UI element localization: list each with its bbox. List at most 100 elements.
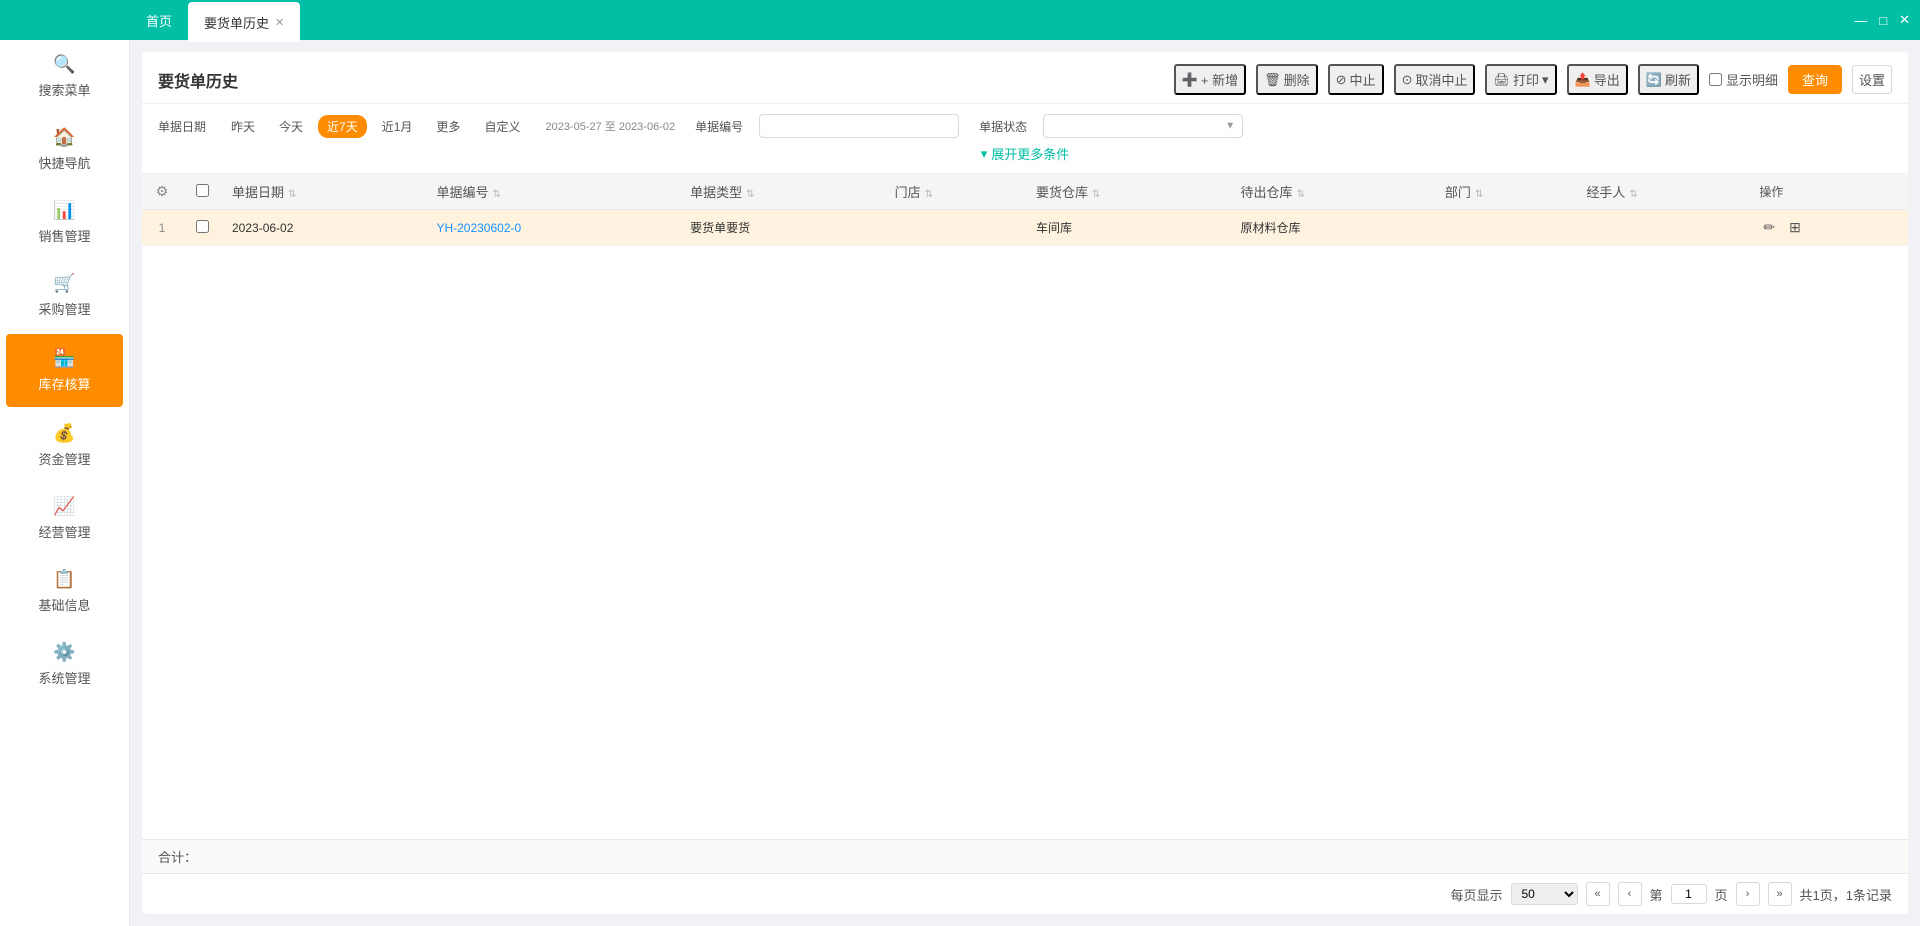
td-action: ✏ ⊞ (1749, 210, 1908, 246)
show-detail-label[interactable]: 显示明细 (1709, 70, 1778, 89)
content-area: 要货单历史 ➕ + 新增 🗑 删除 ⊘ 中止 ⊙ (130, 40, 1920, 926)
sidebar-item-system[interactable]: ⚙️ 系统管理 (0, 628, 129, 701)
th-docno: 单据编号⇅ (426, 174, 680, 210)
sidebar-item-nav-label: 快捷导航 (38, 153, 90, 172)
sort-pendingwarehouse-icon[interactable]: ⇅ (1296, 189, 1304, 200)
docno-filter-section: 单据编号 (695, 114, 959, 138)
export-button[interactable]: 📤 导出 (1567, 64, 1628, 95)
sort-docno-icon[interactable]: ⇅ (492, 189, 500, 200)
sidebar-item-basicinfo-label: 基础信息 (38, 595, 90, 614)
sort-dept-icon[interactable]: ⇅ (1475, 189, 1483, 200)
delete-icon: 🗑 (1264, 72, 1281, 88)
status-select[interactable] (1043, 114, 1243, 138)
page-input[interactable] (1671, 884, 1707, 904)
export-icon: 📤 (1575, 72, 1591, 88)
table-wrapper: ⚙ 单据日期⇅ 单据编号⇅ 单 (142, 174, 1908, 839)
sort-docdate-icon[interactable]: ⇅ (288, 189, 296, 200)
page-title: 要货单历史 (158, 68, 238, 92)
th-action: 操作 (1749, 174, 1908, 210)
page-header: 要货单历史 ➕ + 新增 🗑 删除 ⊘ 中止 ⊙ (142, 52, 1908, 104)
table-settings-icon[interactable]: ⚙ (156, 183, 169, 199)
close-btn[interactable]: ✕ (1899, 12, 1910, 28)
th-store: 门店⇅ (885, 174, 1026, 210)
th-docdate: 单据日期⇅ (222, 174, 426, 210)
refresh-icon: 🔄 (1646, 72, 1662, 88)
date-label: 单据日期 (158, 118, 206, 135)
delete-button[interactable]: 🗑 删除 (1256, 64, 1318, 95)
table-header-row: ⚙ 单据日期⇅ 单据编号⇅ 单 (142, 174, 1908, 210)
pagesize-label: 每页显示 (1450, 885, 1502, 904)
pagesize-select[interactable]: 50 100 200 (1511, 883, 1578, 905)
finance-icon: 💰 (53, 423, 75, 444)
sidebar-item-purchase[interactable]: 🛒 采购管理 (0, 259, 129, 332)
filter-row-1: 单据日期 昨天 今天 近7天 近1月 更多 自定义 2023-05-27 至 2… (158, 114, 1892, 138)
close-tab-icon[interactable]: ✕ (275, 16, 284, 29)
stop-button[interactable]: ⊘ 中止 (1328, 64, 1384, 95)
sidebar-item-finance[interactable]: 💰 资金管理 (0, 409, 129, 482)
docno-input[interactable] (759, 114, 959, 138)
date-btn-custom[interactable]: 自定义 (475, 115, 529, 138)
expand-more-row: ▾ 展开更多条件 (158, 144, 1892, 163)
date-btn-1month[interactable]: 近1月 (373, 115, 422, 138)
last-page-btn[interactable]: » (1768, 882, 1792, 906)
print-button[interactable]: 🖨 打印 ▾ (1485, 64, 1556, 95)
sidebar-item-nav[interactable]: 🏠 快捷导航 (0, 113, 129, 186)
td-dept (1435, 210, 1576, 246)
sidebar-item-sales[interactable]: 📊 销售管理 (0, 186, 129, 259)
cancel-stop-button[interactable]: ⊙ 取消中止 (1394, 64, 1476, 95)
sidebar-item-inventory-label: 库存核算 (38, 374, 90, 393)
sidebar-item-system-label: 系统管理 (38, 668, 90, 687)
summary-label: 合计： (158, 847, 197, 866)
sidebar-item-purchase-label: 采购管理 (38, 299, 90, 318)
home-icon: 🏠 (53, 127, 75, 148)
sidebar-item-search[interactable]: 🔍 搜索菜单 (0, 40, 129, 113)
sort-handler-icon[interactable]: ⇅ (1629, 189, 1637, 200)
purchase-icon: 🛒 (53, 273, 75, 294)
more-icon[interactable]: ⊞ (1785, 217, 1805, 238)
minimize-btn[interactable]: — (1854, 13, 1867, 28)
query-button[interactable]: 查询 (1788, 65, 1842, 94)
stop-icon: ⊘ (1336, 72, 1347, 88)
date-btn-more[interactable]: 更多 (427, 115, 469, 138)
refresh-button[interactable]: 🔄 刷新 (1638, 64, 1699, 95)
td-docno[interactable]: YH-20230602-0 (426, 210, 680, 246)
new-icon: ➕ (1182, 72, 1198, 88)
th-pendingwarehouse: 待出仓库⇅ (1230, 174, 1434, 210)
sort-doctype-icon[interactable]: ⇅ (746, 189, 754, 200)
system-icon: ⚙️ (53, 642, 75, 663)
operations-icon: 📈 (53, 496, 75, 517)
select-all-checkbox[interactable] (196, 184, 209, 197)
settings-button[interactable]: 设置 (1852, 65, 1892, 94)
th-settings: ⚙ (142, 174, 182, 210)
page-container: 要货单历史 ➕ + 新增 🗑 删除 ⊘ 中止 ⊙ (142, 52, 1908, 914)
next-page-btn[interactable]: › (1736, 882, 1760, 906)
sidebar-item-basicinfo[interactable]: 📋 基础信息 (0, 555, 129, 628)
date-btn-yesterday[interactable]: 昨天 (222, 115, 264, 138)
sort-reqwarehouse-icon[interactable]: ⇅ (1092, 189, 1100, 200)
tab-yaohuodan[interactable]: 要货单历史 ✕ (188, 2, 300, 42)
edit-icon[interactable]: ✏ (1759, 217, 1779, 238)
td-doctype: 要货单要货 (680, 210, 884, 246)
sidebar-item-operations-label: 经营管理 (38, 522, 90, 541)
sidebar-item-operations[interactable]: 📈 经营管理 (0, 482, 129, 555)
row-checkbox[interactable] (196, 220, 209, 233)
main-layout: 🔍 搜索菜单 🏠 快捷导航 📊 销售管理 🛒 采购管理 🏪 库存核算 💰 资金管… (0, 40, 1920, 926)
th-doctype: 单据类型⇅ (680, 174, 884, 210)
sort-store-icon[interactable]: ⇅ (925, 189, 933, 200)
docno-label: 单据编号 (695, 118, 743, 135)
prev-page-btn[interactable]: ‹ (1618, 882, 1642, 906)
td-store (885, 210, 1026, 246)
tab-home[interactable]: 首页 (130, 0, 188, 40)
status-label: 单据状态 (979, 118, 1027, 135)
show-detail-checkbox[interactable] (1709, 73, 1722, 86)
new-button[interactable]: ➕ + 新增 (1174, 64, 1246, 95)
th-handler: 经手人⇅ (1576, 174, 1749, 210)
expand-more-btn[interactable]: ▾ 展开更多条件 (981, 144, 1070, 163)
date-btn-7days[interactable]: 近7天 (318, 115, 367, 138)
maximize-btn[interactable]: □ (1879, 13, 1887, 28)
date-range-text: 2023-05-27 至 2023-06-02 (545, 118, 675, 134)
first-page-btn[interactable]: « (1586, 882, 1610, 906)
date-btn-today[interactable]: 今天 (270, 115, 312, 138)
sidebar-item-inventory[interactable]: 🏪 库存核算 (6, 334, 123, 407)
page-unit: 页 (1715, 885, 1728, 904)
